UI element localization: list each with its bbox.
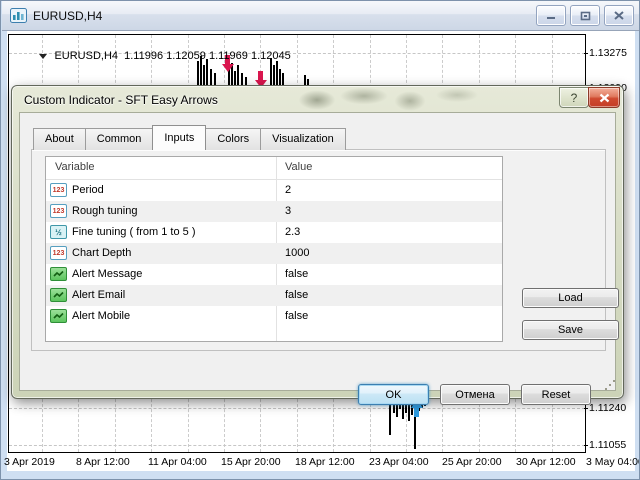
tab-visualization[interactable]: Visualization bbox=[260, 128, 346, 150]
param-name: Fine tuning ( from 1 to 5 ) bbox=[72, 226, 196, 238]
bool-icon bbox=[50, 267, 67, 281]
tab-inputs[interactable]: Inputs bbox=[152, 125, 207, 150]
time-axis-label: 11 Apr 04:00 bbox=[148, 456, 207, 468]
dialog-tab-strip: About Common Inputs Colors Visualization bbox=[33, 125, 346, 150]
ok-button[interactable]: OK bbox=[358, 384, 429, 405]
arrow-stem bbox=[414, 408, 419, 417]
chart-window-icon bbox=[10, 8, 27, 23]
dialog-close-button[interactable] bbox=[588, 87, 620, 108]
bool-icon bbox=[50, 288, 67, 302]
ohlc-bar bbox=[241, 73, 243, 85]
price-axis-label: 1.13275 bbox=[584, 47, 627, 59]
reset-button[interactable]: Reset bbox=[521, 384, 591, 405]
parameters-table[interactable]: Variable Value 123 Period 2 123 Rough tuning… bbox=[45, 156, 503, 342]
param-value[interactable]: 1000 bbox=[285, 247, 309, 259]
time-axis-label: 18 Apr 12:00 bbox=[295, 456, 355, 468]
time-axis-label: 8 Apr 12:00 bbox=[76, 456, 130, 468]
tab-common[interactable]: Common bbox=[84, 128, 154, 150]
table-row[interactable]: 123 Chart Depth 1000 bbox=[46, 243, 502, 264]
grid-line-horizontal bbox=[9, 445, 585, 446]
close-icon bbox=[599, 93, 609, 102]
restore-icon bbox=[580, 11, 590, 20]
time-axis-label: 15 Apr 20:00 bbox=[221, 456, 281, 468]
integer-icon: 123 bbox=[50, 183, 67, 197]
param-name: Period bbox=[72, 184, 104, 196]
table-row[interactable]: Alert Email false bbox=[46, 285, 502, 306]
param-name: Chart Depth bbox=[72, 247, 132, 259]
time-axis-label: 23 Apr 04:00 bbox=[369, 456, 429, 468]
window-titlebar[interactable]: EURUSD,H4 bbox=[2, 1, 639, 31]
integer-icon: 123 bbox=[50, 246, 67, 260]
dialog-title: Custom Indicator - SFT Easy Arrows bbox=[24, 93, 218, 107]
close-window-button[interactable] bbox=[604, 5, 634, 26]
param-value[interactable]: 2 bbox=[285, 184, 291, 196]
ohlc-bar bbox=[214, 73, 216, 85]
param-name: Alert Message bbox=[72, 268, 143, 280]
price-axis-label: 1.11240 bbox=[583, 402, 627, 414]
inputs-tab-page: Variable Value 123 Period 2 123 Rough tuning… bbox=[31, 149, 619, 351]
table-row[interactable]: Alert Message false bbox=[46, 264, 502, 285]
integer-icon: 123 bbox=[50, 204, 67, 218]
param-value[interactable]: false bbox=[285, 310, 308, 322]
time-axis-label: 3 May 04:00 bbox=[586, 456, 640, 468]
bool-icon bbox=[50, 309, 67, 323]
param-name: Alert Mobile bbox=[72, 310, 131, 322]
param-name: Alert Email bbox=[72, 289, 126, 301]
resize-grip[interactable] bbox=[609, 384, 611, 386]
dialog-client-area: About Common Inputs Colors Visualization Var… bbox=[19, 112, 619, 405]
custom-indicator-dialog: Custom Indicator - SFT Easy Arrows ? Abo… bbox=[11, 85, 624, 405]
ohlc-bar bbox=[245, 77, 247, 85]
table-header: Variable Value bbox=[46, 157, 502, 180]
param-value[interactable]: false bbox=[285, 268, 308, 280]
table-row[interactable]: 123 Period 2 bbox=[46, 180, 502, 201]
param-value[interactable]: 3 bbox=[285, 205, 291, 217]
window-title: EURUSD,H4 bbox=[33, 8, 103, 23]
param-value[interactable]: false bbox=[285, 289, 308, 301]
ohlc-bar bbox=[304, 75, 306, 85]
cancel-button[interactable]: Отмена bbox=[440, 384, 510, 405]
restore-button[interactable] bbox=[570, 5, 600, 26]
column-header-value: Value bbox=[285, 161, 313, 173]
dialog-help-button[interactable]: ? bbox=[559, 87, 589, 108]
table-row[interactable]: ½ Fine tuning ( from 1 to 5 ) 2.3 bbox=[46, 222, 502, 243]
column-header-variable: Variable bbox=[55, 161, 95, 173]
time-axis-label: 30 Apr 12:00 bbox=[516, 456, 576, 468]
mt4-chart-window: EURUSD,H4 EURUSD,H4 1.11996 1.12059 1.11… bbox=[0, 0, 640, 480]
table-row[interactable]: Alert Mobile false bbox=[46, 306, 502, 327]
quote-text: EURUSD,H4 1.11996 1.12059 1.11969 1.1204… bbox=[54, 50, 291, 62]
minimize-button[interactable] bbox=[536, 5, 566, 26]
table-row[interactable]: 123 Rough tuning 3 bbox=[46, 201, 502, 222]
price-axis-label: 1.11055 bbox=[583, 439, 627, 451]
time-axis-label: 3 Apr 2019 bbox=[4, 456, 55, 468]
double-icon: ½ bbox=[50, 225, 67, 239]
param-value[interactable]: 2.3 bbox=[285, 226, 300, 238]
time-axis-label: 25 Apr 20:00 bbox=[442, 456, 502, 468]
load-button[interactable]: Load bbox=[522, 288, 619, 308]
save-button[interactable]: Save bbox=[522, 320, 619, 340]
tab-colors[interactable]: Colors bbox=[205, 128, 262, 150]
tab-about[interactable]: About bbox=[33, 128, 86, 150]
help-icon: ? bbox=[570, 90, 578, 105]
close-icon bbox=[614, 11, 624, 20]
grid-line-horizontal bbox=[9, 408, 585, 409]
ohlc-bar bbox=[282, 73, 284, 85]
chart-quote-header: EURUSD,H4 1.11996 1.12059 1.11969 1.1204… bbox=[15, 38, 291, 74]
symbol-dropdown-icon[interactable] bbox=[39, 54, 48, 59]
minimize-icon bbox=[547, 17, 555, 19]
param-name: Rough tuning bbox=[72, 205, 138, 217]
